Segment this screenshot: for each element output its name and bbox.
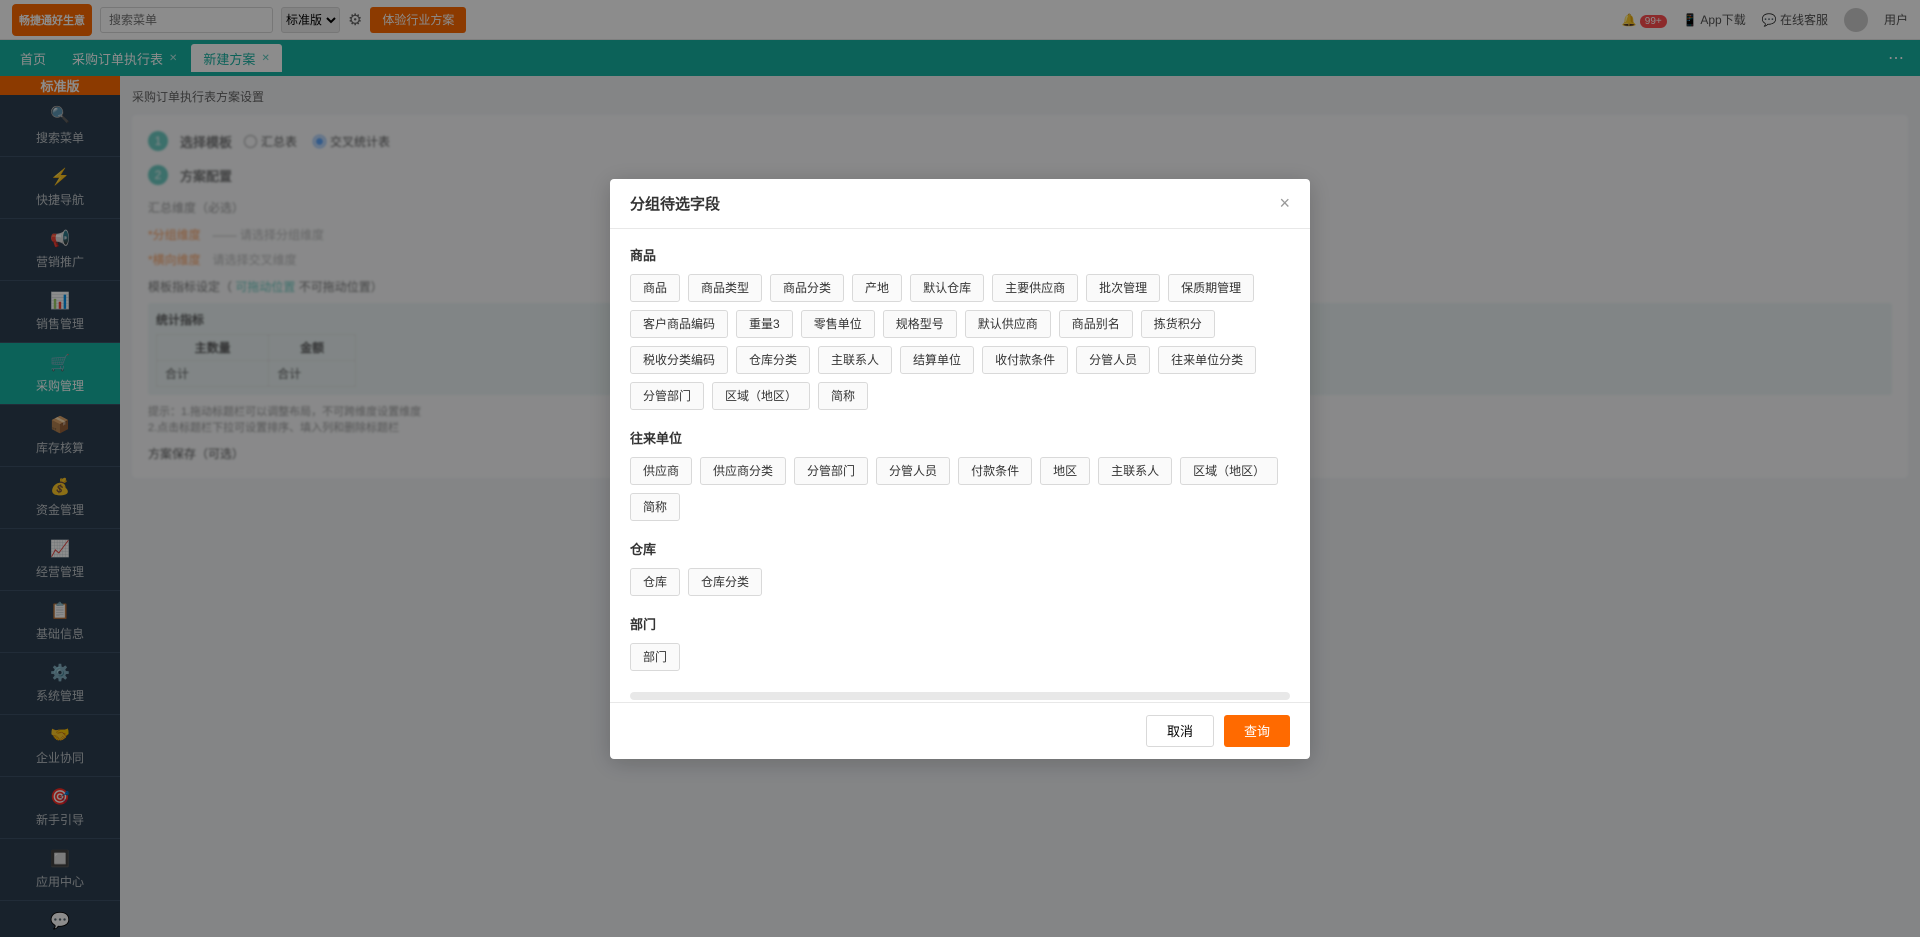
modal-scrollbar-h [610, 682, 1310, 702]
section-warehouse: 仓库 仓库 仓库分类 [630, 539, 1290, 596]
field-goods-14[interactable]: 拣货积分 [1141, 310, 1215, 338]
section-counterparty-title: 往来单位 [630, 428, 1290, 447]
section-dept-grid: 部门 [630, 643, 1290, 671]
section-dept: 部门 部门 [630, 614, 1290, 671]
field-goods-5[interactable]: 主要供应商 [992, 274, 1078, 302]
field-goods-8[interactable]: 客户商品编码 [630, 310, 728, 338]
field-cp-7[interactable]: 区域（地区） [1180, 457, 1278, 485]
field-goods-17[interactable]: 主联系人 [818, 346, 892, 374]
field-goods-18[interactable]: 结算单位 [900, 346, 974, 374]
field-goods-11[interactable]: 规格型号 [883, 310, 957, 338]
section-counterparty: 往来单位 供应商 供应商分类 分管部门 分管人员 付款条件 地区 主联系人 区域… [630, 428, 1290, 521]
field-cp-6[interactable]: 主联系人 [1098, 457, 1172, 485]
field-goods-16[interactable]: 仓库分类 [736, 346, 810, 374]
field-cp-2[interactable]: 分管部门 [794, 457, 868, 485]
section-warehouse-title: 仓库 [630, 539, 1290, 558]
section-goods: 商品 商品 商品类型 商品分类 产地 默认仓库 主要供应商 批次管理 保质期管理… [630, 245, 1290, 410]
field-cp-8[interactable]: 简称 [630, 493, 680, 521]
confirm-button[interactable]: 查询 [1224, 715, 1290, 747]
field-goods-4[interactable]: 默认仓库 [910, 274, 984, 302]
section-warehouse-grid: 仓库 仓库分类 [630, 568, 1290, 596]
field-goods-22[interactable]: 分管部门 [630, 382, 704, 410]
modal-body: 商品 商品 商品类型 商品分类 产地 默认仓库 主要供应商 批次管理 保质期管理… [610, 229, 1310, 682]
field-goods-6[interactable]: 批次管理 [1086, 274, 1160, 302]
field-goods-1[interactable]: 商品类型 [688, 274, 762, 302]
content-area: 采购订单执行表方案设置 1 选择模板 汇总表 交叉统计表 2 方案配置 [120, 76, 1920, 937]
section-goods-title: 商品 [630, 245, 1290, 264]
field-goods-21[interactable]: 往来单位分类 [1158, 346, 1256, 374]
field-goods-9[interactable]: 重量3 [736, 310, 793, 338]
field-select-modal: 分组待选字段 × 商品 商品 商品类型 商品分类 产地 默认仓库 主要供应商 [610, 179, 1310, 759]
main-layout: 标准版 🔍 搜索菜单 ⚡ 快捷导航 📢 营销推广 📊 销售管理 🛒 采购管理 📦… [0, 76, 1920, 937]
section-counterparty-grid: 供应商 供应商分类 分管部门 分管人员 付款条件 地区 主联系人 区域（地区） … [630, 457, 1290, 521]
modal-header: 分组待选字段 × [610, 179, 1310, 229]
cancel-button[interactable]: 取消 [1146, 715, 1214, 747]
field-wh-1[interactable]: 仓库分类 [688, 568, 762, 596]
field-goods-7[interactable]: 保质期管理 [1168, 274, 1254, 302]
field-goods-23[interactable]: 区域（地区） [712, 382, 810, 410]
field-goods-0[interactable]: 商品 [630, 274, 680, 302]
section-dept-title: 部门 [630, 614, 1290, 633]
field-goods-12[interactable]: 默认供应商 [965, 310, 1051, 338]
field-cp-1[interactable]: 供应商分类 [700, 457, 786, 485]
section-goods-grid: 商品 商品类型 商品分类 产地 默认仓库 主要供应商 批次管理 保质期管理 客户… [630, 274, 1290, 410]
modal-close-btn[interactable]: × [1279, 194, 1290, 212]
field-goods-20[interactable]: 分管人员 [1076, 346, 1150, 374]
modal-overlay: 分组待选字段 × 商品 商品 商品类型 商品分类 产地 默认仓库 主要供应商 [120, 76, 1920, 937]
field-goods-19[interactable]: 收付款条件 [982, 346, 1068, 374]
field-dept-0[interactable]: 部门 [630, 643, 680, 671]
field-wh-0[interactable]: 仓库 [630, 568, 680, 596]
field-cp-0[interactable]: 供应商 [630, 457, 692, 485]
modal-title: 分组待选字段 [630, 193, 720, 214]
field-goods-2[interactable]: 商品分类 [770, 274, 844, 302]
modal-footer: 取消 查询 [610, 702, 1310, 759]
field-goods-15[interactable]: 税收分类编码 [630, 346, 728, 374]
field-cp-4[interactable]: 付款条件 [958, 457, 1032, 485]
field-goods-10[interactable]: 零售单位 [801, 310, 875, 338]
field-goods-13[interactable]: 商品别名 [1059, 310, 1133, 338]
field-goods-3[interactable]: 产地 [852, 274, 902, 302]
field-goods-24[interactable]: 简称 [818, 382, 868, 410]
field-cp-5[interactable]: 地区 [1040, 457, 1090, 485]
field-cp-3[interactable]: 分管人员 [876, 457, 950, 485]
